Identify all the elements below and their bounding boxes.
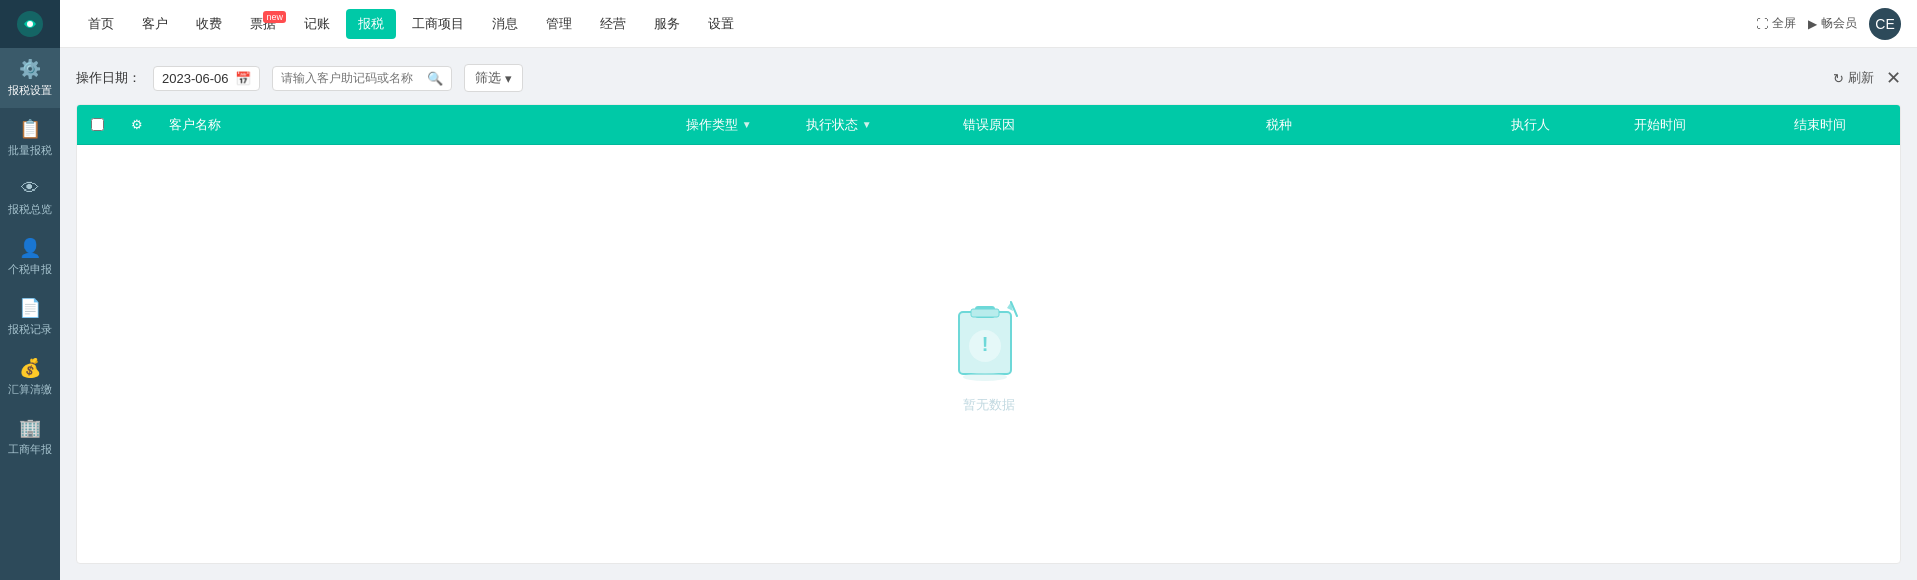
nav-item-bookkeeping[interactable]: 记账 <box>292 9 342 39</box>
settlement-icon: 💰 <box>19 357 41 379</box>
empty-clipboard-icon: ! <box>949 294 1029 384</box>
nav-item-industry[interactable]: 工商项目 <box>400 9 476 39</box>
new-badge: new <box>263 11 286 24</box>
sidebar-item-gongshangnianreport[interactable]: 🏢 工商年报 <box>0 407 60 467</box>
nav-item-messages[interactable]: 消息 <box>480 9 530 39</box>
toolbar: 操作日期： 2023-06-06 📅 🔍 筛选 ▾ ↻ 刷新 ✕ <box>76 64 1901 92</box>
sidebar-item-piliangbaoshui[interactable]: 📋 批量报税 <box>0 108 60 168</box>
filter-button[interactable]: 筛选 ▾ <box>464 64 523 92</box>
sidebar-item-baoshuizonglan[interactable]: 👁 报税总览 <box>0 168 60 227</box>
fullscreen-button[interactable]: ⛶ 全屏 <box>1756 15 1796 32</box>
search-box[interactable]: 🔍 <box>272 66 452 91</box>
close-button[interactable]: ✕ <box>1886 69 1901 87</box>
nav-item-services[interactable]: 服务 <box>642 9 692 39</box>
th-tax-type: 税种 <box>1079 116 1480 134</box>
nav-item-operations[interactable]: 经营 <box>588 9 638 39</box>
th-op-type: 操作类型 ▼ <box>659 116 779 134</box>
nav-item-invoices[interactable]: 票据 new <box>238 9 288 39</box>
overview-icon: 👁 <box>21 178 39 199</box>
th-customer-name: 客户名称 <box>157 116 659 134</box>
table-header: ⚙ 客户名称 操作类型 ▼ 执行状态 ▼ 错误原因 税种 <box>77 105 1900 145</box>
annual-report-icon: 🏢 <box>19 417 41 439</box>
svg-text:!: ! <box>981 333 988 355</box>
video-icon: ▶ <box>1808 17 1817 31</box>
avatar[interactable]: CE <box>1869 8 1901 40</box>
th-settings[interactable]: ⚙ <box>117 117 157 132</box>
svg-point-10 <box>963 373 1007 381</box>
toolbar-right: ↻ 刷新 ✕ <box>1833 69 1901 87</box>
sidebar-item-geshuishenbao[interactable]: 👤 个税申报 <box>0 227 60 287</box>
chevron-down-icon: ▾ <box>505 71 512 86</box>
nav-item-fees[interactable]: 收费 <box>184 9 234 39</box>
nav-item-management[interactable]: 管理 <box>534 9 584 39</box>
member-button[interactable]: ▶ 畅会员 <box>1808 15 1857 32</box>
th-executor: 执行人 <box>1480 116 1580 134</box>
select-all-checkbox[interactable] <box>91 118 104 131</box>
date-label: 操作日期： <box>76 69 141 87</box>
sort-icon-exec-status: ▼ <box>862 119 872 130</box>
column-settings-icon: ⚙ <box>131 117 143 132</box>
nav-item-customers[interactable]: 客户 <box>130 9 180 39</box>
topnav-right: ⛶ 全屏 ▶ 畅会员 CE <box>1756 8 1901 40</box>
data-table: ⚙ 客户名称 操作类型 ▼ 执行状态 ▼ 错误原因 税种 <box>76 104 1901 564</box>
th-start-time: 开始时间 <box>1580 116 1740 134</box>
sidebar-item-baoshuijilu[interactable]: 📄 报税记录 <box>0 287 60 347</box>
search-icon: 🔍 <box>427 71 443 86</box>
nav-items: 首页 客户 收费 票据 new 记账 报税 工商项目 消息 管理 经营 服务 设… <box>76 9 1756 39</box>
main-content: 首页 客户 收费 票据 new 记账 报税 工商项目 消息 管理 经营 服务 设… <box>60 0 1917 580</box>
empty-state: ! 暂无数据 <box>949 294 1029 414</box>
refresh-button[interactable]: ↻ 刷新 <box>1833 69 1874 87</box>
nav-item-settings[interactable]: 设置 <box>696 9 746 39</box>
page-content: 操作日期： 2023-06-06 📅 🔍 筛选 ▾ ↻ 刷新 ✕ <box>60 48 1917 580</box>
th-exec-status: 执行状态 ▼ <box>779 116 899 134</box>
sidebar: ⚙️ 报税设置 📋 批量报税 👁 报税总览 👤 个税申报 📄 报税记录 💰 汇算… <box>0 0 60 580</box>
calendar-icon: 📅 <box>235 71 251 86</box>
sidebar-item-huisuanqingjiao[interactable]: 💰 汇算清缴 <box>0 347 60 407</box>
svg-point-1 <box>27 21 33 27</box>
personal-tax-icon: 👤 <box>19 237 41 259</box>
nav-item-tax[interactable]: 报税 <box>346 9 396 39</box>
fullscreen-icon: ⛶ <box>1756 17 1768 31</box>
date-picker[interactable]: 2023-06-06 📅 <box>153 66 260 91</box>
table-body: ! 暂无数据 <box>77 145 1900 563</box>
settings-icon: ⚙️ <box>19 58 41 80</box>
top-navigation: 首页 客户 收费 票据 new 记账 报税 工商项目 消息 管理 经营 服务 设… <box>60 0 1917 48</box>
sidebar-logo <box>0 0 60 48</box>
sidebar-item-baoshuishezhi[interactable]: ⚙️ 报税设置 <box>0 48 60 108</box>
th-error-reason: 错误原因 <box>899 116 1079 134</box>
search-input[interactable] <box>281 71 423 85</box>
empty-text: 暂无数据 <box>963 396 1015 414</box>
svg-rect-5 <box>971 309 999 317</box>
th-end-time: 结束时间 <box>1740 116 1900 134</box>
records-icon: 📄 <box>19 297 41 319</box>
nav-item-home[interactable]: 首页 <box>76 9 126 39</box>
refresh-icon: ↻ <box>1833 71 1844 86</box>
batch-tax-icon: 📋 <box>19 118 41 140</box>
th-checkbox[interactable] <box>77 118 117 131</box>
sort-icon-op-type: ▼ <box>742 119 752 130</box>
